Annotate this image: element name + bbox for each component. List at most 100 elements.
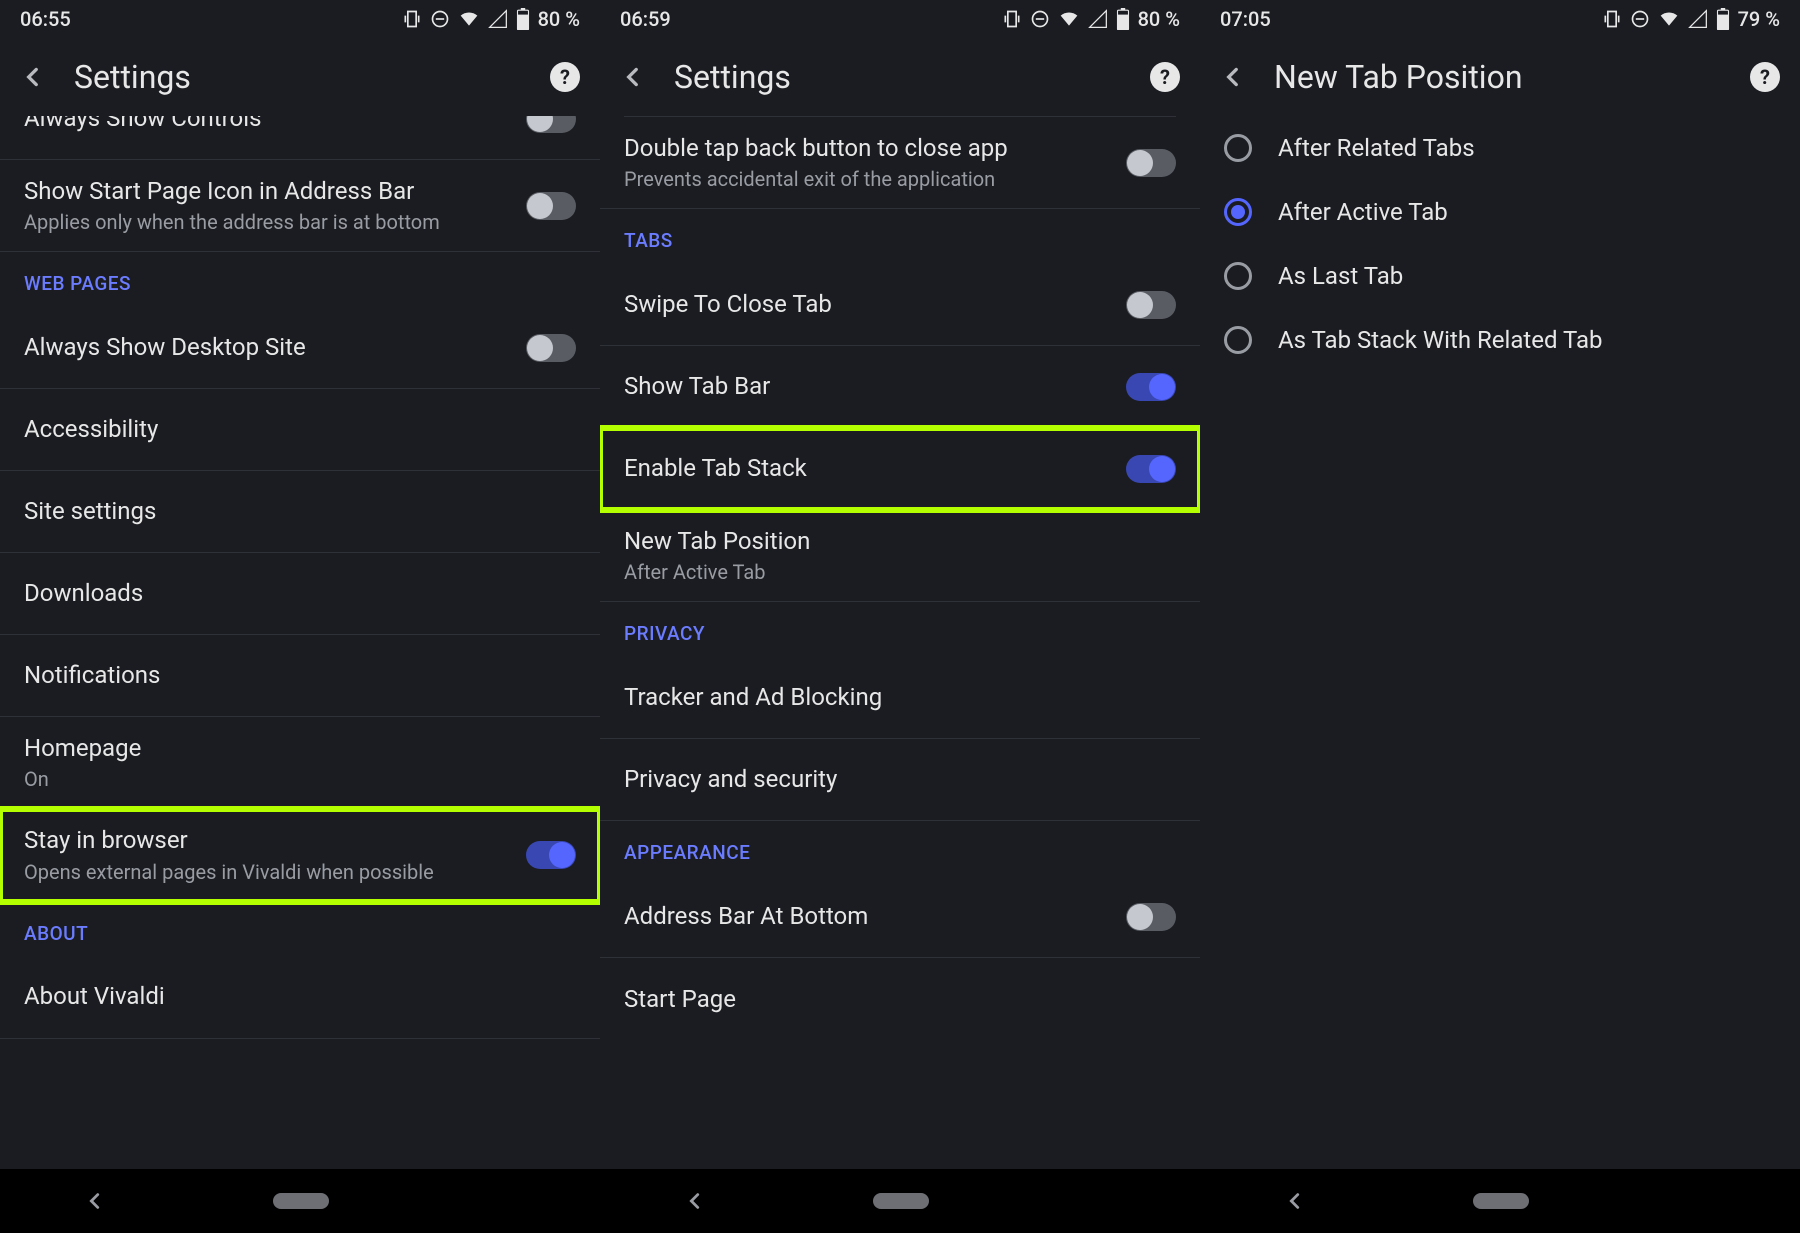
row-tracker-blocking[interactable]: Tracker and Ad Blocking bbox=[600, 657, 1200, 739]
row-site-settings[interactable]: Site settings bbox=[0, 471, 600, 553]
label-always-show-controls: Always Show Controls bbox=[24, 116, 510, 134]
label-downloads: Downloads bbox=[24, 578, 560, 609]
label-swipe-close-tab: Swipe To Close Tab bbox=[624, 289, 1110, 320]
nav-bar bbox=[600, 1169, 1200, 1233]
sub-homepage: On bbox=[24, 766, 560, 792]
row-swipe-close-tab[interactable]: Swipe To Close Tab bbox=[600, 264, 1200, 346]
row-start-page[interactable]: Start Page bbox=[600, 958, 1200, 1040]
help-button[interactable]: ? bbox=[1150, 62, 1180, 92]
status-bar: 06:59 80 % bbox=[600, 0, 1200, 38]
row-always-show-controls[interactable]: Always Show Controls bbox=[0, 116, 600, 160]
help-button[interactable]: ? bbox=[1750, 62, 1780, 92]
row-stay-in-browser[interactable]: Stay in browser Opens external pages in … bbox=[0, 809, 600, 901]
battery-icon bbox=[1116, 8, 1130, 30]
battery-icon bbox=[516, 8, 530, 30]
sub-stay-in-browser: Opens external pages in Vivaldi when pos… bbox=[24, 859, 510, 885]
radio-after-related-tabs[interactable]: After Related Tabs bbox=[1200, 116, 1800, 180]
row-double-tap-back[interactable]: Double tap back button to close app Prev… bbox=[600, 117, 1200, 209]
toggle-always-show-controls[interactable] bbox=[526, 116, 576, 133]
battery-percent: 80 % bbox=[1138, 7, 1180, 31]
label-show-start-icon: Show Start Page Icon in Address Bar bbox=[24, 176, 510, 207]
vibrate-icon bbox=[1002, 9, 1022, 29]
toggle-swipe-close-tab[interactable] bbox=[1126, 291, 1176, 319]
row-homepage[interactable]: Homepage On bbox=[0, 717, 600, 809]
label-about-vivaldi: About Vivaldi bbox=[24, 981, 560, 1012]
signal-icon bbox=[1688, 9, 1708, 29]
toggle-address-bar-bottom[interactable] bbox=[1126, 903, 1176, 931]
row-accessibility[interactable]: Accessibility bbox=[0, 389, 600, 471]
row-desktop-site[interactable]: Always Show Desktop Site bbox=[0, 307, 600, 389]
signal-icon bbox=[1088, 9, 1108, 29]
label-new-tab-position: New Tab Position bbox=[624, 526, 1160, 557]
label-show-tab-bar: Show Tab Bar bbox=[624, 371, 1110, 402]
chevron-left-icon bbox=[684, 1190, 706, 1212]
section-tabs: TABS bbox=[600, 209, 1200, 264]
toggle-show-tab-bar[interactable] bbox=[1126, 373, 1176, 401]
row-about-vivaldi[interactable]: About Vivaldi bbox=[0, 957, 600, 1039]
nav-home-pill[interactable] bbox=[273, 1193, 329, 1209]
nav-back-button[interactable] bbox=[1284, 1190, 1306, 1212]
label-desktop-site: Always Show Desktop Site bbox=[24, 332, 510, 363]
status-time: 07:05 bbox=[1220, 7, 1271, 31]
nav-bar bbox=[1200, 1169, 1800, 1233]
dnd-icon bbox=[1030, 9, 1050, 29]
dnd-icon bbox=[1630, 9, 1650, 29]
settings-list[interactable]: Always Show Controls Show Start Page Ico… bbox=[0, 116, 600, 1169]
screen-settings-1: 06:55 80 % Settings ? Always Show Contro… bbox=[0, 0, 600, 1233]
nav-back-button[interactable] bbox=[684, 1190, 706, 1212]
nav-back-button[interactable] bbox=[84, 1190, 106, 1212]
nav-home-pill[interactable] bbox=[1473, 1193, 1529, 1209]
label-address-bar-bottom: Address Bar At Bottom bbox=[624, 901, 1110, 932]
settings-list[interactable]: Double tap back button to close app Prev… bbox=[600, 116, 1200, 1169]
toggle-show-start-icon[interactable] bbox=[526, 192, 576, 220]
screen-settings-2: 06:59 80 % Settings ? Double tap back bu… bbox=[600, 0, 1200, 1233]
radio-icon bbox=[1224, 262, 1252, 290]
status-time: 06:59 bbox=[620, 7, 671, 31]
back-button[interactable] bbox=[1220, 64, 1246, 90]
row-show-tab-bar[interactable]: Show Tab Bar bbox=[600, 346, 1200, 428]
battery-percent: 80 % bbox=[538, 7, 580, 31]
label-site-settings: Site settings bbox=[24, 496, 560, 527]
vibrate-icon bbox=[402, 9, 422, 29]
row-new-tab-position[interactable]: New Tab Position After Active Tab bbox=[600, 510, 1200, 602]
app-bar: Settings ? bbox=[0, 38, 600, 116]
wifi-icon bbox=[458, 9, 480, 29]
back-button[interactable] bbox=[620, 64, 646, 90]
radio-after-active-tab[interactable]: After Active Tab bbox=[1200, 180, 1800, 244]
help-button[interactable]: ? bbox=[550, 62, 580, 92]
back-button[interactable] bbox=[20, 64, 46, 90]
label-start-page: Start Page bbox=[624, 984, 1160, 1015]
app-bar: Settings ? bbox=[600, 38, 1200, 116]
radio-label: As Tab Stack With Related Tab bbox=[1278, 326, 1603, 354]
wifi-icon bbox=[1058, 9, 1080, 29]
radio-as-last-tab[interactable]: As Last Tab bbox=[1200, 244, 1800, 308]
toggle-enable-tab-stack[interactable] bbox=[1126, 455, 1176, 483]
row-downloads[interactable]: Downloads bbox=[0, 553, 600, 635]
row-notifications[interactable]: Notifications bbox=[0, 635, 600, 717]
radio-icon bbox=[1224, 134, 1252, 162]
radio-label: As Last Tab bbox=[1278, 262, 1403, 290]
row-privacy-security[interactable]: Privacy and security bbox=[600, 739, 1200, 821]
toggle-desktop-site[interactable] bbox=[526, 334, 576, 362]
toggle-double-tap-back[interactable] bbox=[1126, 149, 1176, 177]
status-bar: 07:05 79 % bbox=[1200, 0, 1800, 38]
status-bar: 06:55 80 % bbox=[0, 0, 600, 38]
section-about: ABOUT bbox=[0, 902, 600, 957]
row-address-bar-bottom[interactable]: Address Bar At Bottom bbox=[600, 876, 1200, 958]
row-show-start-icon[interactable]: Show Start Page Icon in Address Bar Appl… bbox=[0, 160, 600, 252]
status-icons: 80 % bbox=[1002, 7, 1180, 31]
radio-label: After Related Tabs bbox=[1278, 134, 1475, 162]
chevron-left-icon bbox=[20, 64, 46, 90]
nav-home-pill[interactable] bbox=[873, 1193, 929, 1209]
dnd-icon bbox=[430, 9, 450, 29]
toggle-stay-in-browser[interactable] bbox=[526, 841, 576, 869]
section-web-pages: WEB PAGES bbox=[0, 252, 600, 307]
nav-bar bbox=[0, 1169, 600, 1233]
sub-new-tab-position: After Active Tab bbox=[624, 559, 1160, 585]
status-icons: 79 % bbox=[1602, 7, 1780, 31]
row-enable-tab-stack[interactable]: Enable Tab Stack bbox=[600, 428, 1200, 510]
chevron-left-icon bbox=[1220, 64, 1246, 90]
label-homepage: Homepage bbox=[24, 733, 560, 764]
radio-as-tab-stack[interactable]: As Tab Stack With Related Tab bbox=[1200, 308, 1800, 372]
chevron-left-icon bbox=[620, 64, 646, 90]
